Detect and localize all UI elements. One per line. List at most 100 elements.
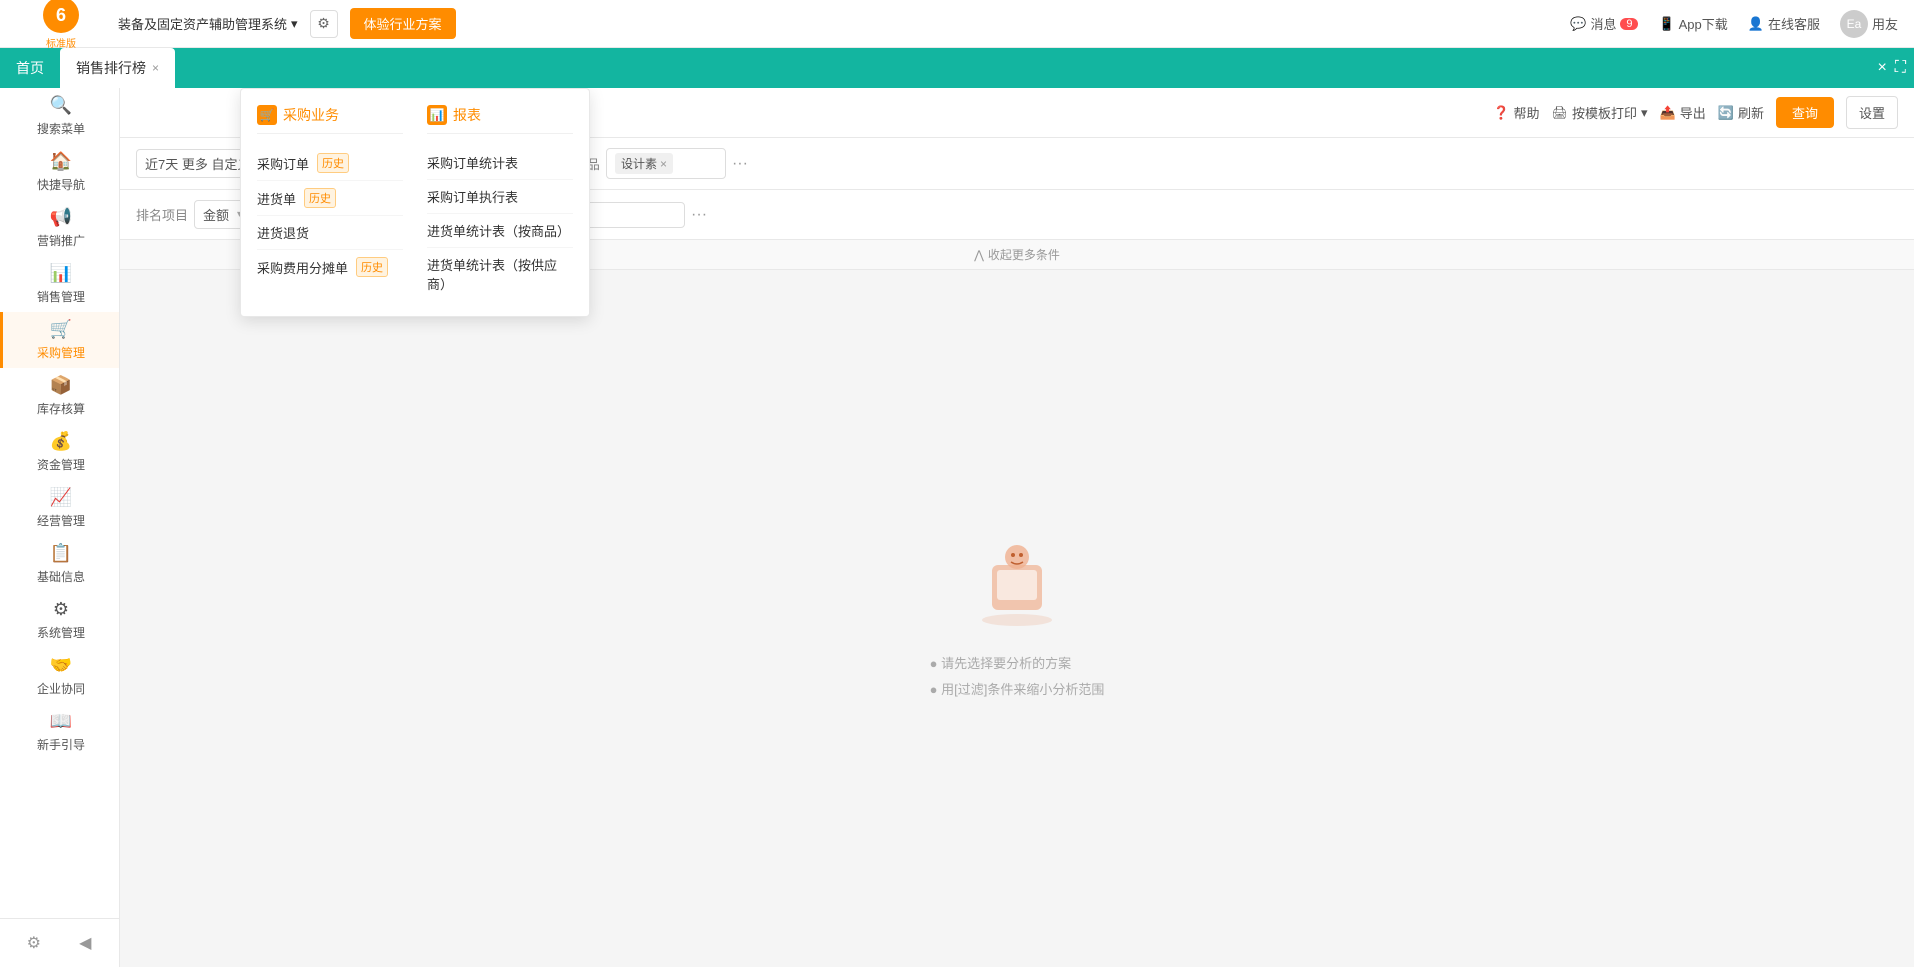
- empty-hint-1: ● 请先选择要分析的方案: [930, 651, 1105, 677]
- rank-value: 金额: [203, 205, 229, 224]
- phone-icon: 📱: [1658, 16, 1674, 32]
- product-more-dots[interactable]: ···: [732, 155, 748, 173]
- tab-sales-ranking[interactable]: 销售排行榜 ×: [60, 48, 175, 88]
- tab-sales-ranking-label: 销售排行榜: [76, 58, 146, 78]
- sidebar-item-enterprise[interactable]: 🤝 企业协同: [0, 648, 119, 704]
- avatar: Ea: [1840, 10, 1868, 38]
- inbound-label: 进货单: [257, 189, 296, 208]
- product-input[interactable]: 设计素 ×: [606, 148, 726, 179]
- report-col-title: 报表: [453, 105, 481, 125]
- online-service-item[interactable]: 👤 在线客服: [1748, 14, 1820, 33]
- online-service-label: 在线客服: [1768, 14, 1820, 33]
- dropdown-item-return[interactable]: 进货退货: [257, 216, 403, 250]
- finance-icon: 💰: [50, 431, 72, 452]
- sidebar-item-procurement[interactable]: 🛒 采购管理: [0, 312, 119, 368]
- user-item[interactable]: Ea 用友: [1840, 10, 1898, 38]
- sidebar-item-search[interactable]: 🔍 搜索菜单: [0, 88, 119, 144]
- empty-state: ● 请先选择要分析的方案 ● 用[过滤]条件来缩小分析范围: [120, 270, 1914, 967]
- logo-icon: 6: [43, 0, 79, 33]
- app-download-label: App下载: [1679, 14, 1728, 33]
- system-title-area: 装备及固定资产辅助管理系统 ▾: [118, 14, 302, 33]
- tabbar-expand-button[interactable]: ⛶: [1895, 59, 1906, 77]
- procurement-col-icon: 🛒: [257, 105, 277, 125]
- sidebar-label-search: 搜索菜单: [37, 120, 85, 137]
- print-template-button[interactable]: 🖨 按模板打印 ▾: [1552, 103, 1648, 122]
- sidebar-item-operations[interactable]: 📈 经营管理: [0, 480, 119, 536]
- sidebar-item-system[interactable]: ⚙ 系统管理: [0, 592, 119, 648]
- export-button[interactable]: 📤 导出: [1660, 103, 1706, 122]
- settings-button[interactable]: 设置: [1846, 96, 1898, 129]
- sidebar-label-guide: 新手引导: [37, 736, 85, 753]
- product-tag: 设计素 ×: [615, 153, 673, 174]
- system-dropdown-icon[interactable]: ▾: [291, 16, 298, 32]
- sidebar-label-sales: 销售管理: [37, 288, 85, 305]
- help-button[interactable]: ❓ 帮助: [1493, 103, 1539, 122]
- sidebar-label-base-info: 基础信息: [37, 568, 85, 585]
- dropdown-item-expense[interactable]: 采购费用分摊单 历史: [257, 250, 403, 284]
- export-label: 导出: [1680, 103, 1706, 122]
- tab-close-icon[interactable]: ×: [152, 61, 159, 75]
- tab-home[interactable]: 首页: [0, 48, 60, 88]
- topbar: 6 标准版 装备及固定资产辅助管理系统 ▾ ⚙ 体验行业方案 💬 消息 9 📱 …: [0, 0, 1914, 48]
- sidebar-settings-button[interactable]: ⚙: [18, 927, 50, 959]
- sidebar-item-marketing[interactable]: 📢 营销推广: [0, 200, 119, 256]
- sidebar-bottom: ⚙ ◀: [0, 918, 119, 967]
- customer-more-dots[interactable]: ···: [691, 206, 707, 224]
- sidebar-label-finance: 资金管理: [37, 456, 85, 473]
- industry-button[interactable]: 体验行业方案: [350, 8, 456, 39]
- inbound-by-supplier-label: 进货单统计表（按供应商）: [427, 255, 573, 293]
- sidebar-item-guide[interactable]: 📖 新手引导: [0, 704, 119, 760]
- collapse-icon: ⋀: [974, 248, 984, 262]
- dropdown-item-inbound-by-product[interactable]: 进货单统计表（按商品）: [427, 214, 573, 248]
- search-icon: 🔍: [50, 95, 72, 116]
- procurement-col-header: 🛒 采购业务: [257, 105, 403, 134]
- dropdown-item-purchase-order[interactable]: 采购订单 历史: [257, 146, 403, 181]
- system-icon: ⚙: [53, 599, 69, 620]
- product-tag-close[interactable]: ×: [660, 157, 667, 171]
- export-icon: 📤: [1660, 105, 1676, 121]
- sidebar-label-system: 系统管理: [37, 624, 85, 641]
- query-button[interactable]: 查询: [1776, 97, 1834, 128]
- date-quick-options: 近7天 更多 自定义: [145, 154, 250, 173]
- refresh-button[interactable]: 🔄 刷新: [1718, 103, 1764, 122]
- sidebar-label-operations: 经营管理: [37, 512, 85, 529]
- empty-hint-2: ● 用[过滤]条件来缩小分析范围: [930, 677, 1105, 703]
- settings-icon[interactable]: ⚙: [310, 10, 338, 38]
- sidebar-item-inventory[interactable]: 📦 库存核算: [0, 368, 119, 424]
- refresh-icon: 🔄: [1718, 105, 1734, 121]
- empty-illustration: [967, 535, 1067, 635]
- sidebar-item-finance[interactable]: 💰 资金管理: [0, 424, 119, 480]
- expense-history: 历史: [356, 257, 388, 277]
- inbound-history: 历史: [304, 188, 336, 208]
- sidebar: 🔍 搜索菜单 🏠 快捷导航 📢 营销推广 📊 销售管理 🛒 采购管理 📦 库存核…: [0, 88, 120, 967]
- message-item[interactable]: 💬 消息 9: [1570, 14, 1638, 33]
- sidebar-label-procurement: 采购管理: [37, 344, 85, 361]
- product-filter: 商品 设计素 × ···: [574, 148, 748, 179]
- sidebar-collapse-button[interactable]: ◀: [69, 927, 101, 959]
- app-download-item[interactable]: 📱 App下载: [1658, 14, 1727, 33]
- topbar-right: 💬 消息 9 📱 App下载 👤 在线客服 Ea 用友: [1570, 10, 1898, 38]
- service-icon: 👤: [1748, 16, 1764, 32]
- guide-icon: 📖: [50, 711, 72, 732]
- rank-label: 排名项目: [136, 205, 188, 224]
- sidebar-item-sales[interactable]: 📊 销售管理: [0, 256, 119, 312]
- empty-hint: ● 请先选择要分析的方案 ● 用[过滤]条件来缩小分析范围: [930, 651, 1105, 703]
- main-layout: 🔍 搜索菜单 🏠 快捷导航 📢 营销推广 📊 销售管理 🛒 采购管理 📦 库存核…: [0, 88, 1914, 967]
- sidebar-label-quick-nav: 快捷导航: [37, 176, 85, 193]
- operations-icon: 📈: [50, 487, 72, 508]
- dropdown-item-po-stats[interactable]: 采购订单统计表: [427, 146, 573, 180]
- sidebar-item-base-info[interactable]: 📋 基础信息: [0, 536, 119, 592]
- tabbar-close-button[interactable]: ×: [1877, 59, 1886, 77]
- logo: 6 标准版: [16, 0, 106, 50]
- system-title: 装备及固定资产辅助管理系统: [118, 14, 287, 33]
- help-icon: ❓: [1493, 105, 1509, 121]
- sidebar-item-quick-nav[interactable]: 🏠 快捷导航: [0, 144, 119, 200]
- dropdown-item-inbound[interactable]: 进货单 历史: [257, 181, 403, 216]
- dropdown-columns: 🛒 采购业务 采购订单 历史 进货单 历史 进货退货: [257, 105, 573, 300]
- marketing-icon: 📢: [50, 207, 72, 228]
- dropdown-item-inbound-by-supplier[interactable]: 进货单统计表（按供应商）: [427, 248, 573, 300]
- dropdown-item-po-exec[interactable]: 采购订单执行表: [427, 180, 573, 214]
- collapse-text: 收起更多条件: [988, 246, 1060, 263]
- inventory-icon: 📦: [50, 375, 72, 396]
- sidebar-label-marketing: 营销推广: [37, 232, 85, 249]
